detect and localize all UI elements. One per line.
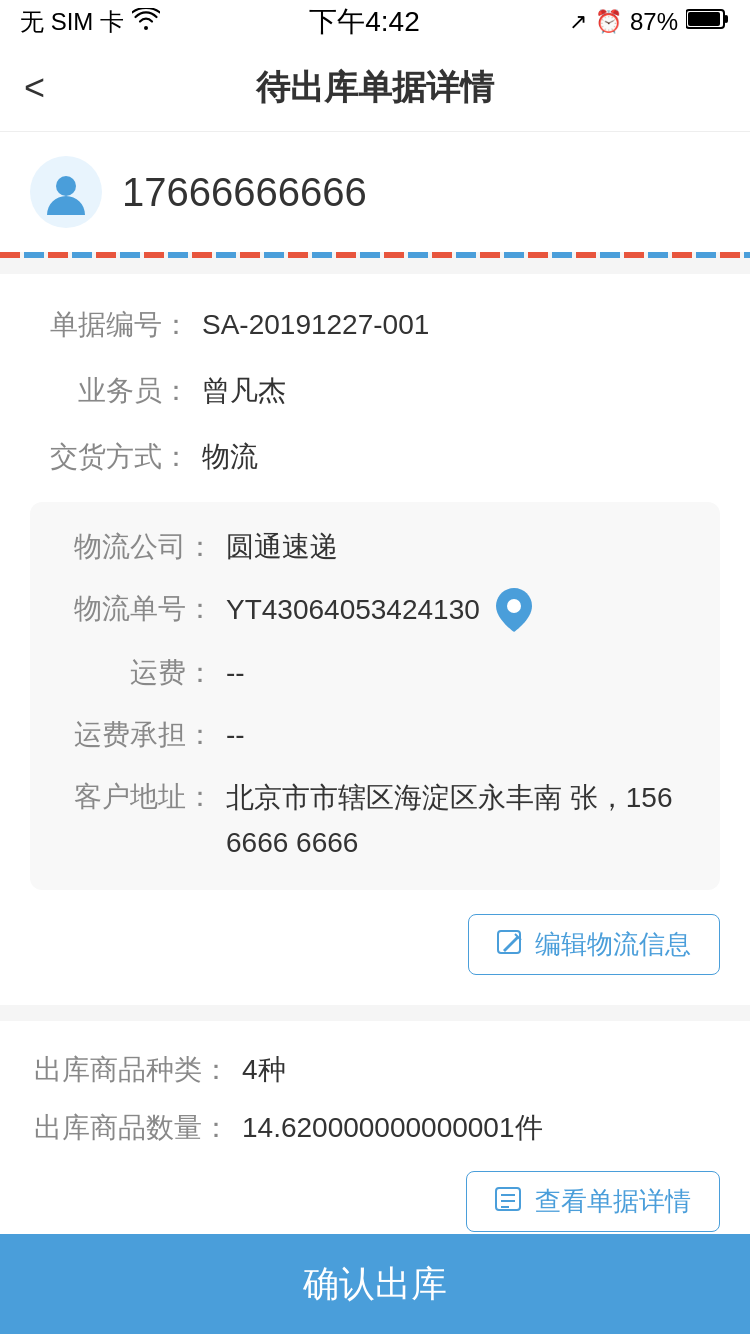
goods-qty-row: 出库商品数量： 14.620000000000001件 bbox=[30, 1109, 720, 1147]
logistics-company-row: 物流公司： 圆通速递 bbox=[54, 526, 696, 568]
address-value: 北京市市辖区海淀区永丰南 张，156 6666 6666 bbox=[226, 776, 696, 866]
battery-icon bbox=[686, 8, 730, 36]
location-status-icon: ↗ bbox=[569, 9, 587, 35]
edit-logistics-button[interactable]: 编辑物流信息 bbox=[468, 914, 720, 975]
freight-row: 运费： -- bbox=[54, 652, 696, 694]
goods-qty-value: 14.620000000000001件 bbox=[242, 1109, 543, 1147]
delivery-row: 交货方式： 物流 bbox=[30, 436, 720, 478]
nav-bar: < 待出库单据详情 bbox=[0, 44, 750, 132]
status-bar: 无 SIM 卡 下午4:42 ↗ ⏰ 87% bbox=[0, 0, 750, 44]
tracking-label: 物流单号： bbox=[54, 588, 214, 630]
goods-types-row: 出库商品种类： 4种 bbox=[30, 1051, 720, 1089]
wifi-icon bbox=[132, 8, 160, 36]
status-right: ↗ ⏰ 87% bbox=[569, 8, 730, 36]
freight-bearer-label: 运费承担： bbox=[54, 714, 214, 756]
avatar bbox=[30, 156, 102, 228]
freight-label: 运费： bbox=[54, 652, 214, 694]
view-detail-row: 查看单据详情 bbox=[30, 1171, 720, 1232]
logistics-company-value: 圆通速递 bbox=[226, 526, 696, 568]
logistics-card: 物流公司： 圆通速递 物流单号： YT43064053424130 运费： --… bbox=[30, 502, 720, 890]
goods-section: 出库商品种类： 4种 出库商品数量： 14.620000000000001件 查… bbox=[0, 1021, 750, 1262]
order-no-value: SA-20191227-001 bbox=[202, 304, 720, 346]
order-no-label: 单据编号： bbox=[30, 304, 190, 346]
delivery-value: 物流 bbox=[202, 436, 720, 478]
status-left: 无 SIM 卡 bbox=[20, 6, 160, 38]
svg-point-3 bbox=[56, 176, 76, 196]
view-detail-label: 查看单据详情 bbox=[535, 1184, 691, 1219]
tracking-row: 物流单号： YT43064053424130 bbox=[54, 588, 696, 632]
salesman-row: 业务员： 曾凡杰 bbox=[30, 370, 720, 412]
tracking-value: YT43064053424130 bbox=[226, 588, 696, 632]
freight-bearer-value: -- bbox=[226, 714, 696, 756]
address-row: 客户地址： 北京市市辖区海淀区永丰南 张，156 6666 6666 bbox=[54, 776, 696, 866]
goods-qty-label: 出库商品数量： bbox=[30, 1109, 230, 1147]
svg-rect-2 bbox=[688, 12, 720, 26]
page-title: 待出库单据详情 bbox=[256, 65, 494, 111]
status-time: 下午4:42 bbox=[309, 3, 420, 41]
logistics-company-label: 物流公司： bbox=[54, 526, 214, 568]
freight-value: -- bbox=[226, 652, 696, 694]
confirm-button-label: 确认出库 bbox=[303, 1260, 447, 1309]
delivery-label: 交货方式： bbox=[30, 436, 190, 478]
goods-types-value: 4种 bbox=[242, 1051, 286, 1089]
order-no-row: 单据编号： SA-20191227-001 bbox=[30, 304, 720, 346]
freight-bearer-row: 运费承担： -- bbox=[54, 714, 696, 756]
edit-logistics-label: 编辑物流信息 bbox=[535, 927, 691, 962]
svg-rect-1 bbox=[724, 15, 728, 23]
battery-label: 87% bbox=[630, 8, 678, 36]
address-label: 客户地址： bbox=[54, 776, 214, 818]
salesman-value: 曾凡杰 bbox=[202, 370, 720, 412]
order-info-section: 单据编号： SA-20191227-001 业务员： 曾凡杰 交货方式： 物流 … bbox=[0, 274, 750, 1005]
goods-types-label: 出库商品种类： bbox=[30, 1051, 230, 1089]
track-location-icon[interactable] bbox=[492, 588, 536, 632]
confirm-button[interactable]: 确认出库 bbox=[0, 1234, 750, 1334]
back-button[interactable]: < bbox=[24, 67, 45, 109]
customer-phone: 17666666666 bbox=[122, 170, 367, 215]
salesman-label: 业务员： bbox=[30, 370, 190, 412]
edit-action-row: 编辑物流信息 bbox=[30, 914, 720, 975]
customer-header: 17666666666 bbox=[0, 132, 750, 252]
dashed-divider bbox=[0, 252, 750, 258]
alarm-icon: ⏰ bbox=[595, 9, 622, 35]
carrier-label: 无 SIM 卡 bbox=[20, 6, 124, 38]
svg-point-4 bbox=[507, 599, 521, 613]
view-detail-button[interactable]: 查看单据详情 bbox=[466, 1171, 720, 1232]
